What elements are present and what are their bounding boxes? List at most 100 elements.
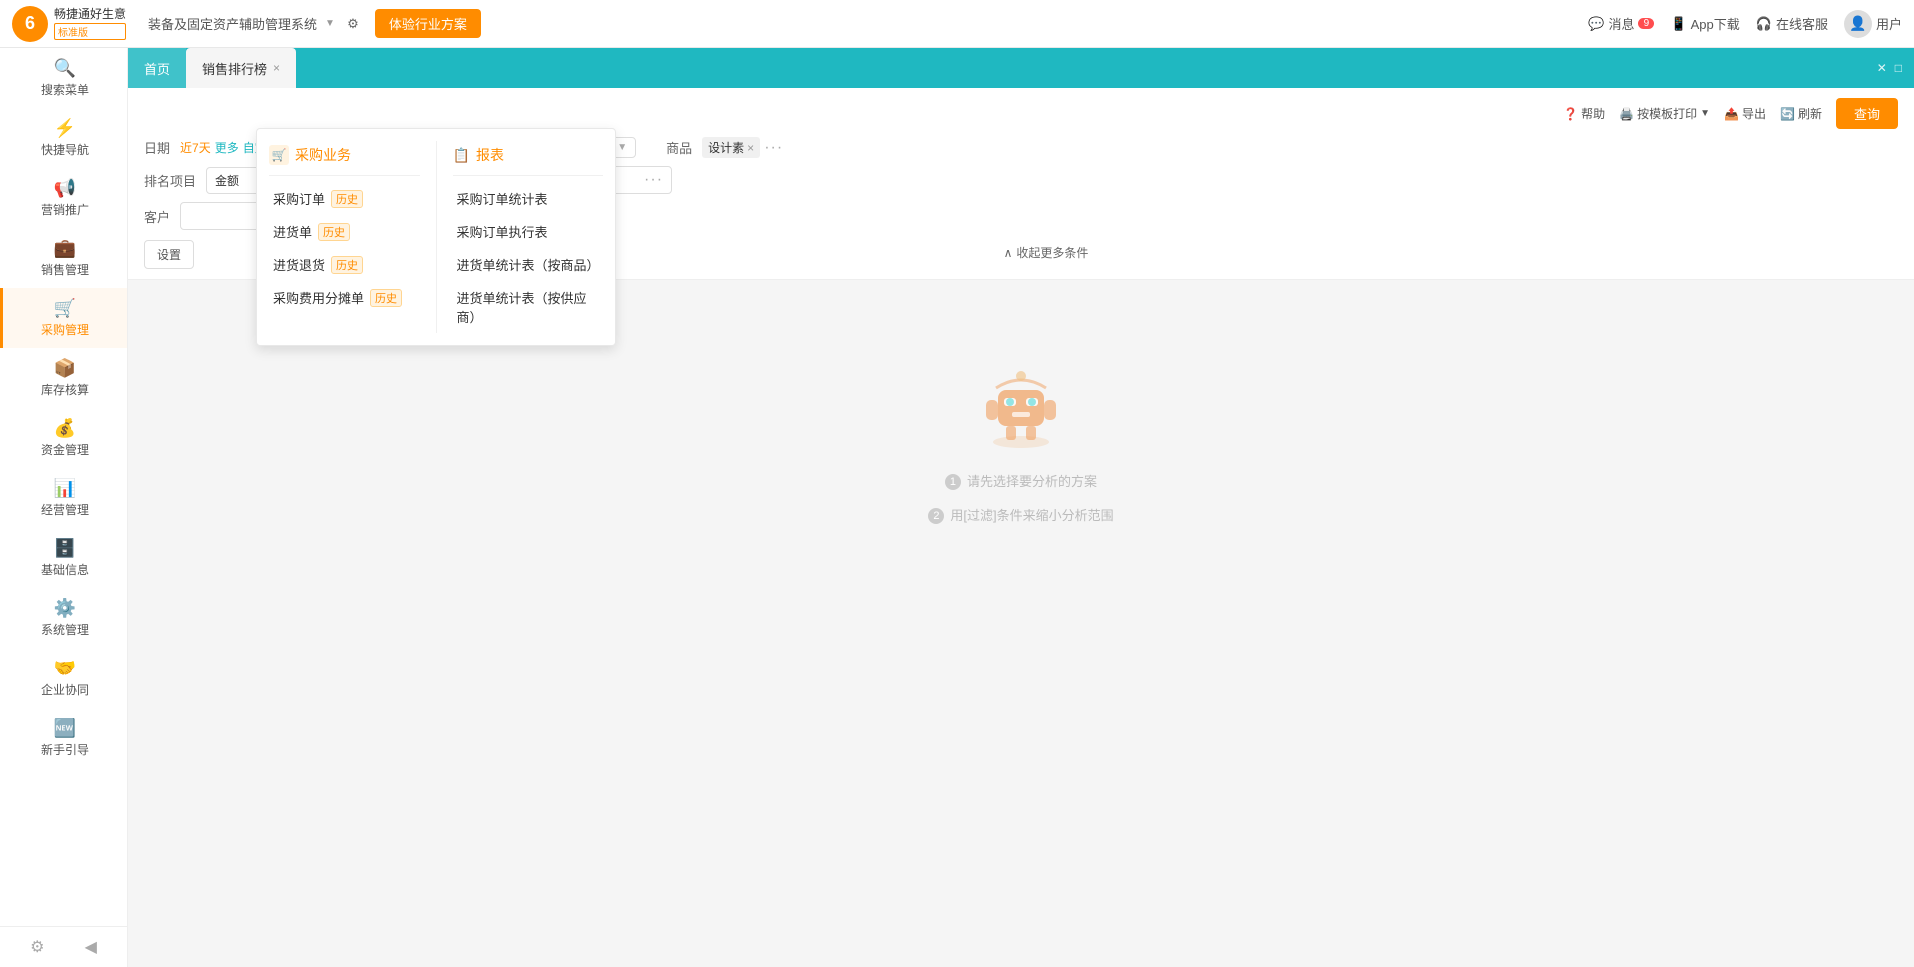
goods-tag-text: 设计素	[708, 139, 744, 156]
online-service-btn[interactable]: 🎧 在线客服	[1756, 14, 1828, 33]
collapse-label: 收起更多条件	[1016, 244, 1088, 261]
sidebar-item-quicknav[interactable]: ⚡ 快捷导航	[0, 108, 127, 168]
sidebar-item-basic-info[interactable]: 🗄️ 基础信息	[0, 528, 127, 588]
goods-tag: 设计素 ×	[702, 137, 760, 158]
purchase-order-hist: 历史	[331, 190, 363, 208]
empty-tip1-text: 请先选择要分析的方案	[967, 469, 1097, 495]
app-download-btn[interactable]: 📱 App下载	[1670, 14, 1739, 33]
sidebar-item-enterprise[interactable]: 🤝 企业协同	[0, 648, 127, 708]
print-dropdown-arrow[interactable]: ▼	[1700, 108, 1710, 119]
empty-tip2-text: 用[过滤]条件来缩小分析范围	[950, 503, 1113, 529]
tab-home-label: 首页	[144, 59, 170, 78]
report-col-icon: 📋	[453, 147, 470, 164]
purchase-business-col: 🛒 采购业务 采购订单 历史 进货单 历史 进货退货	[257, 141, 432, 333]
sidebar-item-newbie[interactable]: 🆕 新手引导	[0, 708, 127, 768]
settings-icon-btn[interactable]: ⚙	[339, 10, 367, 38]
tab-sales-ranking[interactable]: 销售排行榜 ×	[186, 48, 296, 88]
finance-icon: 💰	[54, 418, 76, 439]
menu-item-receipt-stat-supplier[interactable]: 进货单统计表（按供应商）	[453, 281, 604, 333]
purchase-return-label: 进货退货	[273, 255, 325, 274]
date-7days-btn[interactable]: 近7天	[180, 139, 211, 156]
refresh-link[interactable]: 🔄 刷新	[1780, 105, 1822, 122]
sidebar-item-system[interactable]: ⚙️ 系统管理	[0, 588, 127, 648]
app-container: 6 畅捷通好生意 标准版 装备及固定资产辅助管理系统 ▼ ⚙ 体验行业方案 💬 …	[0, 0, 1914, 967]
empty-tip-1: 1 请先选择要分析的方案	[945, 469, 1097, 495]
report-col-title: 📋 报表	[453, 141, 604, 176]
app-download-label: App下载	[1691, 14, 1740, 33]
menu-item-purchase-order-stat[interactable]: 采购订单统计表	[453, 182, 604, 215]
system-title-text: 装备及固定资产辅助管理系统	[148, 14, 317, 33]
user-btn[interactable]: 👤 用户	[1844, 10, 1902, 38]
tab-action-maximize[interactable]: □	[1895, 61, 1902, 75]
message-btn[interactable]: 💬 消息 9	[1588, 14, 1654, 33]
purchase-order-label: 采购订单	[273, 189, 325, 208]
sidebar-item-operations[interactable]: 📊 经营管理	[0, 468, 127, 528]
goods-tag-close[interactable]: ×	[747, 141, 754, 155]
query-button[interactable]: 查询	[1836, 98, 1898, 129]
purchase-order-exec-label: 采购订单执行表	[457, 222, 548, 241]
newbie-icon: 🆕	[54, 718, 76, 739]
system-title-area: 装备及固定资产辅助管理系统 ▼	[148, 14, 335, 33]
sidebar-label-newbie: 新手引导	[41, 741, 89, 758]
help-link[interactable]: ❓ 帮助	[1563, 105, 1605, 122]
menu-item-purchase-order-exec[interactable]: 采购订单执行表	[453, 215, 604, 248]
search-icon: 🔍	[54, 58, 76, 79]
tab-home[interactable]: 首页	[128, 48, 186, 88]
industry-btn[interactable]: 体验行业方案	[375, 9, 481, 38]
tab-close-icon[interactable]: ×	[273, 61, 280, 75]
tab-action-close[interactable]: ✕	[1877, 61, 1887, 75]
sidebar-label-quicknav: 快捷导航	[41, 141, 89, 158]
sidebar-label-finance: 资金管理	[41, 441, 89, 458]
top-right: 💬 消息 9 📱 App下载 🎧 在线客服 👤 用户	[1588, 10, 1902, 38]
date-more-btn[interactable]: 更多	[215, 139, 239, 156]
system-icon: ⚙️	[54, 598, 76, 619]
customer-label: 客户	[144, 207, 170, 226]
menu-item-purchase-return[interactable]: 进货退货 历史	[269, 248, 420, 281]
menu-item-purchase-order[interactable]: 采购订单 历史	[269, 182, 420, 215]
receipt-stat-supplier-label: 进货单统计表（按供应商）	[457, 288, 600, 326]
sidebar-label-purchase: 采购管理	[41, 321, 89, 338]
sidebar-settings-btn[interactable]: ⚙	[30, 937, 44, 957]
tab-sales-ranking-label: 销售排行榜	[202, 59, 267, 78]
collapse-button[interactable]: ∧ 收起更多条件	[1004, 244, 1089, 261]
export-link[interactable]: 📤 导出	[1724, 105, 1766, 122]
sidebar-item-search[interactable]: 🔍 搜索菜单	[0, 48, 127, 108]
salesperson-dots[interactable]: ···	[644, 171, 663, 189]
print-label: 按模板打印	[1637, 105, 1697, 122]
sidebar-label-system: 系统管理	[41, 621, 89, 638]
logo-area: 6 畅捷通好生意 标准版	[12, 6, 140, 42]
sidebar-item-finance[interactable]: 💰 资金管理	[0, 408, 127, 468]
marketing-icon: 📢	[54, 178, 76, 199]
purchase-title-text: 采购业务	[295, 145, 351, 165]
help-icon: ❓	[1563, 107, 1578, 121]
quicknav-icon: ⚡	[54, 118, 76, 139]
sidebar-collapse-btn[interactable]: ◀	[85, 937, 97, 957]
enterprise-icon: 🤝	[54, 658, 76, 679]
logo-badge: 标准版	[54, 23, 126, 40]
user-label: 用户	[1876, 14, 1902, 33]
sidebar-item-sales[interactable]: 💼 销售管理	[0, 228, 127, 288]
sidebar-item-inventory[interactable]: 📦 库存核算	[0, 348, 127, 408]
print-icon: 🖨️	[1619, 107, 1634, 121]
menu-item-purchase-expense[interactable]: 采购费用分摊单 历史	[269, 281, 420, 314]
purchase-col-icon: 🛒	[269, 145, 289, 165]
title-dropdown-arrow[interactable]: ▼	[325, 18, 335, 29]
print-link[interactable]: 🖨️ 按模板打印 ▼	[1619, 105, 1710, 122]
receipt-stat-goods-label: 进货单统计表（按商品）	[457, 255, 600, 274]
rank-value-text: 金额	[215, 172, 239, 189]
date-filter-label: 日期	[144, 138, 170, 157]
user-avatar: 👤	[1844, 10, 1872, 38]
sidebar-item-purchase[interactable]: 🛒 采购管理	[0, 288, 127, 348]
menu-item-purchase-receipt[interactable]: 进货单 历史	[269, 215, 420, 248]
online-service-label: 在线客服	[1776, 14, 1828, 33]
sidebar-item-marketing[interactable]: 📢 营销推广	[0, 168, 127, 228]
tab-actions: ✕ □	[1877, 61, 1914, 75]
menu-item-receipt-stat-goods[interactable]: 进货单统计表（按商品）	[453, 248, 604, 281]
top-bar: 6 畅捷通好生意 标准版 装备及固定资产辅助管理系统 ▼ ⚙ 体验行业方案 💬 …	[0, 0, 1914, 48]
goods-filter-dots[interactable]: ···	[764, 139, 783, 157]
purchase-expense-label: 采购费用分摊单	[273, 288, 364, 307]
logo-text: 畅捷通好生意 标准版	[54, 7, 126, 40]
basicinfo-icon: 🗄️	[54, 538, 76, 559]
settings-button[interactable]: 设置	[144, 240, 194, 269]
refresh-icon: 🔄	[1780, 107, 1795, 121]
